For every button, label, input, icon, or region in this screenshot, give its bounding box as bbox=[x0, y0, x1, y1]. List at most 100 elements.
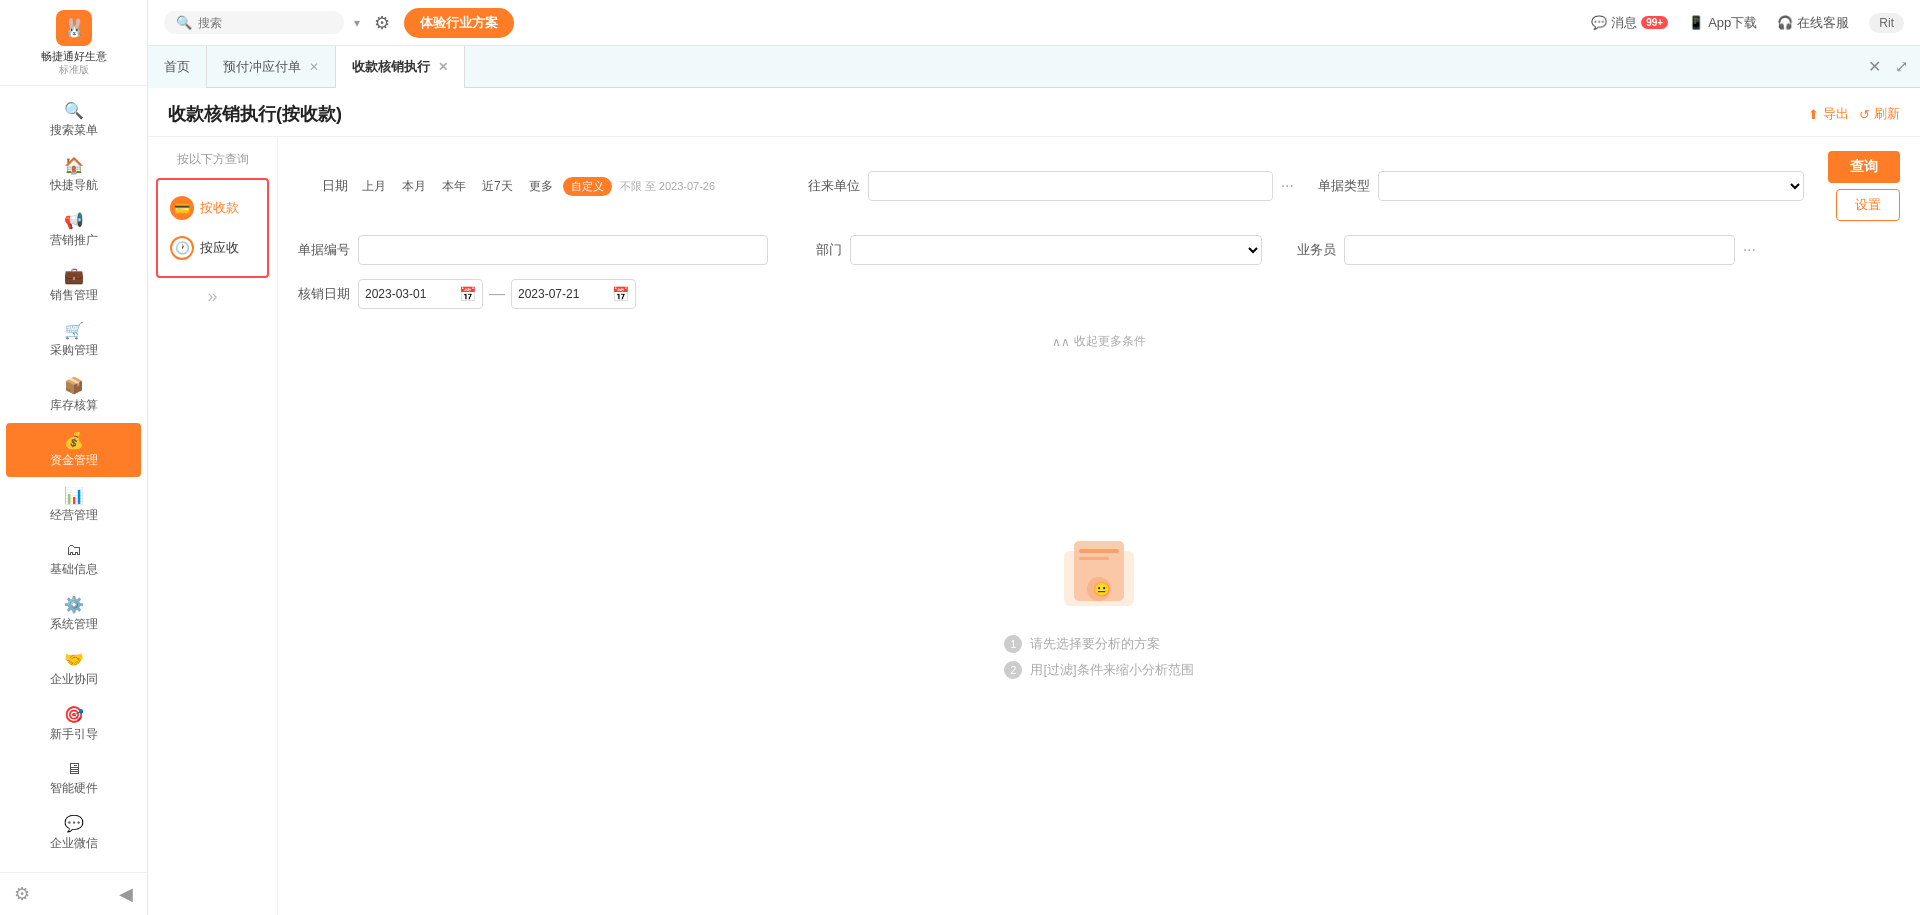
page-header-actions: ⬆ 导出 ↺ 刷新 bbox=[1808, 105, 1900, 123]
filter-row-1: 日期 上月 本月 本年 近7天 更多 自定义 不限 至 2023-07-26 往… bbox=[298, 151, 1900, 221]
sidebar-item-purchase[interactable]: 🛒 采购管理 bbox=[6, 313, 141, 367]
sidebar-item-hardware[interactable]: 🖥 智能硬件 bbox=[6, 752, 141, 805]
filter-settings-button[interactable]: 设置 bbox=[1836, 189, 1900, 221]
sidebar-item-finance[interactable]: 💰 资金管理 bbox=[6, 423, 141, 477]
filter-sidebar-title: 按以下方查询 bbox=[156, 151, 269, 168]
counterparty-more-icon[interactable]: ··· bbox=[1281, 177, 1294, 195]
query-button[interactable]: 查询 bbox=[1828, 151, 1900, 183]
salesperson-field: 业务员 ··· bbox=[1286, 235, 1756, 265]
topbar-right: 💬 消息 99+ 📱 App下载 🎧 在线客服 Rit bbox=[1591, 13, 1904, 33]
date-opt-this-month[interactable]: 本月 bbox=[396, 176, 432, 197]
solution-button[interactable]: 体验行业方案 bbox=[404, 8, 514, 38]
voucher-no-field: 单据编号 bbox=[298, 235, 768, 265]
sidebar-footer: ⚙ ◀ bbox=[0, 872, 147, 915]
salesperson-label: 业务员 bbox=[1286, 241, 1336, 259]
salesperson-more-icon[interactable]: ··· bbox=[1743, 241, 1756, 259]
sidebar-item-enterprise[interactable]: 🤝 企业协同 bbox=[6, 642, 141, 696]
filter-option-by-receivable[interactable]: 🕐 按应收 bbox=[164, 228, 261, 268]
filter-sidebar: 按以下方查询 💳 按收款 🕐 按应收 » bbox=[148, 137, 278, 915]
purchase-icon: 🛒 bbox=[64, 321, 84, 340]
voucher-no-input[interactable] bbox=[358, 235, 768, 265]
tabbar-actions: ✕ ⤢ bbox=[1864, 55, 1920, 78]
sidebar-item-operation[interactable]: 📊 经营管理 bbox=[6, 478, 141, 532]
sidebar-item-guide[interactable]: 🎯 新手引导 bbox=[6, 697, 141, 751]
date-opt-last-month[interactable]: 上月 bbox=[356, 176, 392, 197]
marketing-icon: 📢 bbox=[64, 211, 84, 230]
topbar-search-area[interactable]: 🔍 bbox=[164, 11, 344, 34]
logo-icon: 🐰 bbox=[56, 10, 92, 46]
export-icon: ⬆ bbox=[1808, 107, 1819, 122]
logo-badge: 标准版 bbox=[59, 63, 89, 77]
date-options: 上月 本月 本年 近7天 更多 自定义 bbox=[356, 176, 612, 197]
voucher-no-label: 单据编号 bbox=[298, 241, 350, 259]
page-title: 收款核销执行(按收款) bbox=[168, 102, 342, 126]
filter-area: 按以下方查询 💳 按收款 🕐 按应收 » bbox=[148, 137, 1920, 915]
service-icon: 🎧 bbox=[1777, 15, 1793, 30]
home-icon: 🏠 bbox=[64, 156, 84, 175]
basic-icon: 🗂 bbox=[66, 541, 82, 559]
search-icon: 🔍 bbox=[64, 101, 84, 120]
svg-rect-3 bbox=[1079, 557, 1109, 560]
voucher-type-select[interactable] bbox=[1378, 171, 1804, 201]
online-service-button[interactable]: 🎧 在线客服 bbox=[1777, 14, 1849, 32]
topbar-dropdown-arrow[interactable]: ▾ bbox=[354, 16, 360, 30]
sidebar-item-search[interactable]: 🔍 搜索菜单 bbox=[6, 93, 141, 147]
close-all-tabs-icon[interactable]: ✕ bbox=[1864, 55, 1885, 78]
date-opt-7days[interactable]: 近7天 bbox=[476, 176, 519, 197]
voucher-type-field: 单据类型 bbox=[1318, 171, 1804, 201]
tabbar: 首页 预付冲应付单 ✕ 收款核销执行 ✕ ✕ ⤢ bbox=[148, 46, 1920, 88]
sidebar-item-basic[interactable]: 🗂 基础信息 bbox=[6, 533, 141, 586]
writeoff-end-input[interactable] bbox=[518, 287, 608, 301]
tab-prepay[interactable]: 预付冲应付单 ✕ bbox=[207, 46, 336, 88]
writeoff-date-dash: — bbox=[489, 285, 505, 303]
system-icon: ⚙️ bbox=[64, 595, 84, 614]
writeoff-start-wrap: 📅 bbox=[358, 279, 483, 309]
sidebar-item-system[interactable]: ⚙️ 系统管理 bbox=[6, 587, 141, 641]
topbar-gear-icon[interactable]: ⚙ bbox=[374, 12, 390, 34]
date-opt-custom[interactable]: 自定义 bbox=[563, 177, 612, 196]
content-area: 收款核销执行(按收款) ⬆ 导出 ↺ 刷新 按以下方查询 💳 bbox=[148, 88, 1920, 915]
counterparty-field: 往来单位 ··· bbox=[808, 171, 1294, 201]
export-button[interactable]: ⬆ 导出 bbox=[1808, 105, 1849, 123]
operation-icon: 📊 bbox=[64, 486, 84, 505]
by-receipt-icon: 💳 bbox=[170, 196, 194, 220]
counterparty-input[interactable] bbox=[868, 171, 1273, 201]
salesperson-input[interactable] bbox=[1344, 235, 1735, 265]
collapse-icon: ∧∧ bbox=[1052, 335, 1070, 349]
writeoff-date-field: 核销日期 📅 — 📅 bbox=[298, 279, 1900, 309]
voucher-type-label: 单据类型 bbox=[1318, 177, 1370, 195]
user-avatar[interactable]: Rit bbox=[1869, 13, 1904, 33]
collapse-sidebar-icon[interactable]: ◀ bbox=[119, 883, 133, 905]
writeoff-start-input[interactable] bbox=[365, 287, 455, 301]
sidebar-item-sales[interactable]: 💼 销售管理 bbox=[6, 258, 141, 312]
filter-option-by-receipt[interactable]: 💳 按收款 bbox=[164, 188, 261, 228]
tab-home[interactable]: 首页 bbox=[148, 46, 207, 88]
writeoff-end-calendar-icon[interactable]: 📅 bbox=[612, 286, 629, 302]
empty-state: 😐 1 请先选择要分析的方案 2 用[过滤]条件来缩小分析范围 bbox=[298, 354, 1900, 915]
sidebar-item-marketing[interactable]: 📢 营销推广 bbox=[6, 203, 141, 257]
collapse-more-button[interactable]: ∧∧ 收起更多条件 bbox=[1036, 329, 1162, 354]
date-opt-this-year[interactable]: 本年 bbox=[436, 176, 472, 197]
message-icon: 💬 bbox=[1591, 15, 1607, 30]
sidebar-item-inventory[interactable]: 📦 库存核算 bbox=[6, 368, 141, 422]
sidebar-item-member[interactable]: V 畅会员 bbox=[6, 861, 141, 872]
refresh-button[interactable]: ↺ 刷新 bbox=[1859, 105, 1900, 123]
filter-sidebar-collapse[interactable]: » bbox=[156, 286, 269, 307]
date-opt-more[interactable]: 更多 bbox=[523, 176, 559, 197]
main-area: 🔍 ▾ ⚙ 体验行业方案 💬 消息 99+ 📱 App下载 🎧 在线客服 Rit bbox=[148, 0, 1920, 915]
page-header: 收款核销执行(按收款) ⬆ 导出 ↺ 刷新 bbox=[148, 88, 1920, 137]
tab-writeoff[interactable]: 收款核销执行 ✕ bbox=[336, 46, 465, 88]
tab-writeoff-close[interactable]: ✕ bbox=[438, 60, 448, 74]
writeoff-start-calendar-icon[interactable]: 📅 bbox=[459, 286, 476, 302]
sidebar-item-quick-nav[interactable]: 🏠 快捷导航 bbox=[6, 148, 141, 202]
expand-tab-icon[interactable]: ⤢ bbox=[1891, 55, 1912, 78]
department-select[interactable] bbox=[850, 235, 1262, 265]
tab-prepay-close[interactable]: ✕ bbox=[309, 60, 319, 74]
app-download-button[interactable]: 📱 App下载 bbox=[1688, 14, 1757, 32]
message-button[interactable]: 💬 消息 99+ bbox=[1591, 14, 1668, 32]
sidebar-item-wechat[interactable]: 💬 企业微信 bbox=[6, 806, 141, 860]
guide-icon: 🎯 bbox=[64, 705, 84, 724]
svg-rect-2 bbox=[1079, 549, 1119, 553]
settings-footer-icon[interactable]: ⚙ bbox=[14, 883, 30, 905]
topbar-search-input[interactable] bbox=[198, 16, 332, 30]
